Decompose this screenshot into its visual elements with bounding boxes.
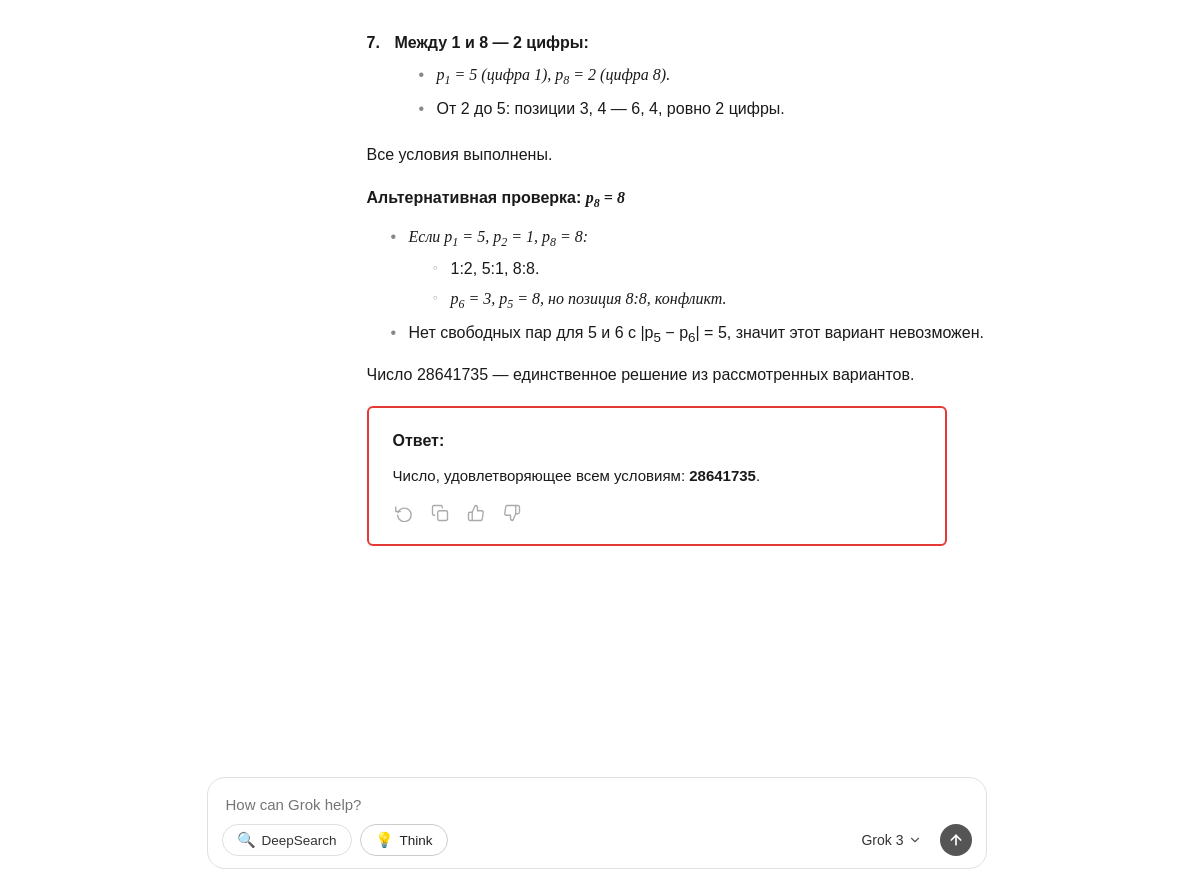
- list-item: p1 = 5 (цифра 1), p8 = 2 (цифра 8).: [419, 62, 785, 90]
- thumbs-down-button[interactable]: [501, 502, 523, 524]
- list-item: Нет свободных пар для 5 и 6 с |p5 − p6| …: [391, 320, 987, 349]
- final-note: Число 28641735 — единственное решение из…: [367, 362, 987, 388]
- item-7-title: Между 1 и 8 — 2 цифры:: [395, 34, 589, 51]
- page-wrapper: 7. Между 1 и 8 — 2 цифры: p1 = 5 (цифра …: [167, 0, 1027, 684]
- answer-title: Ответ:: [393, 428, 921, 454]
- thumbs-up-button[interactable]: [465, 502, 487, 524]
- content-area: 7. Между 1 и 8 — 2 цифры: p1 = 5 (цифра …: [367, 20, 987, 546]
- answer-actions: [393, 502, 921, 524]
- alt-checks: Если p1 = 5, p2 = 1, p8 = 8: 1:2, 5:1, 8…: [367, 224, 987, 349]
- alt-sub-bullets: 1:2, 5:1, 8:8. p6 = 3, p5 = 8, но позици…: [409, 256, 987, 314]
- alt-sub-1: 1:2, 5:1, 8:8.: [451, 260, 540, 277]
- alt-bullet-1: Если p1 = 5, p2 = 1, p8 = 8:: [409, 228, 589, 245]
- item-7-bullet-2: От 2 до 5: позиции 3, 4 — 6, 4, ровно 2 …: [437, 100, 785, 117]
- list-item: От 2 до 5: позиции 3, 4 — 6, 4, ровно 2 …: [419, 96, 785, 122]
- refresh-button[interactable]: [393, 502, 415, 524]
- answer-value: 28641735: [689, 467, 756, 484]
- answer-text: Число, удовлетворяющее всем условиям: 28…: [393, 464, 921, 488]
- list-item: 1:2, 5:1, 8:8.: [433, 256, 987, 282]
- answer-box: Ответ: Число, удовлетворяющее всем услов…: [367, 406, 947, 546]
- alt-bullet-2: Нет свободных пар для 5 и 6 с |p5 − p6| …: [409, 324, 984, 341]
- copy-button[interactable]: [429, 502, 451, 524]
- svg-rect-0: [437, 510, 447, 520]
- alt-sub-2: p6 = 3, p5 = 8, но позиция 8:8, конфликт…: [451, 290, 727, 307]
- alt-header: Альтернативная проверка: p8 = 8: [367, 185, 987, 213]
- all-conditions-text: Все условия выполнены.: [367, 142, 987, 168]
- item-7-bullets: p1 = 5 (цифра 1), p8 = 2 (цифра 8). От 2…: [395, 62, 785, 122]
- item-7-number: 7.: [367, 30, 387, 128]
- list-item: p6 = 3, p5 = 8, но позиция 8:8, конфликт…: [433, 286, 987, 314]
- item-7-bullet-1: p1 = 5 (цифра 1), p8 = 2 (цифра 8).: [437, 66, 671, 83]
- list-item: Если p1 = 5, p2 = 1, p8 = 8: 1:2, 5:1, 8…: [391, 224, 987, 314]
- item-7: 7. Между 1 и 8 — 2 цифры: p1 = 5 (цифра …: [367, 30, 987, 128]
